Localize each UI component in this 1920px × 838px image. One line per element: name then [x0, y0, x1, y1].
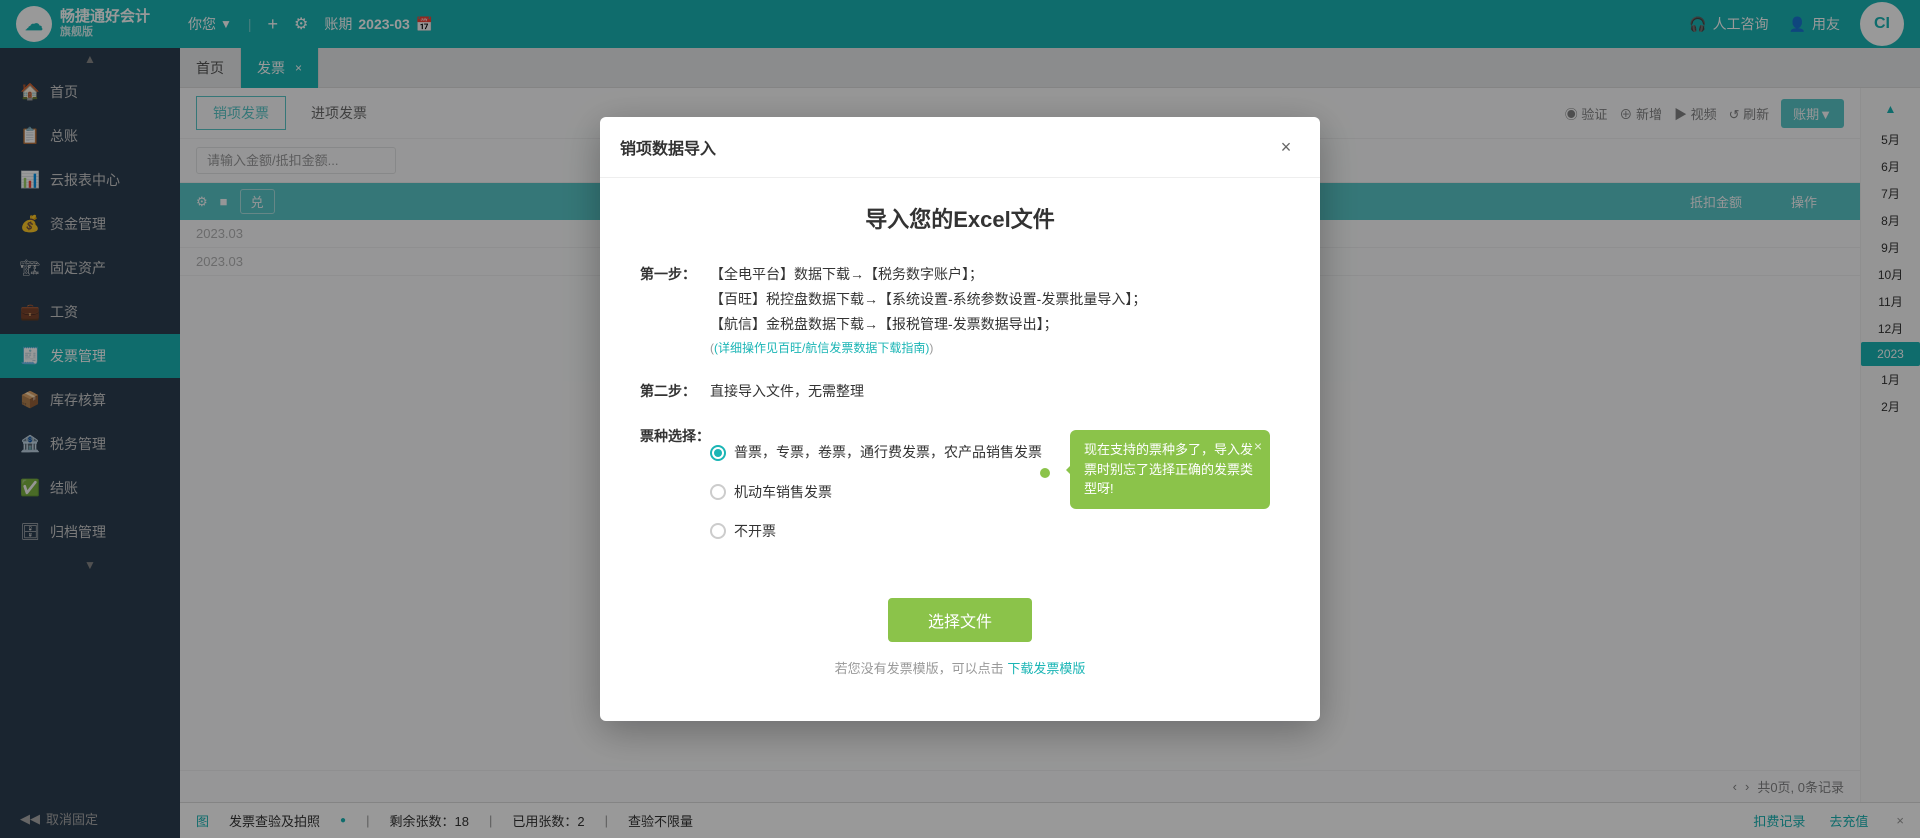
radio-normal-circle[interactable]: [710, 445, 726, 461]
radio-normal[interactable]: 普票，专票，卷票，通行费发票，农产品销售发票 × 现在支持的票种多了，导入发票时…: [710, 440, 1280, 465]
radio-no-ticket-circle[interactable]: [710, 523, 726, 539]
modal-body: 导入您的Excel文件 第一步： 【全电平台】数据下载→【税务数字账户】； 【百…: [600, 178, 1320, 721]
import-modal: 销项数据导入 × 导入您的Excel文件 第一步： 【全电平台】数据下载→【税务…: [600, 117, 1320, 721]
modal-main-title: 导入您的Excel文件: [640, 202, 1280, 234]
tooltip-bubble: × 现在支持的票种多了，导入发票时别忘了选择正确的发票类型呀!: [1070, 430, 1270, 509]
ticket-choice-row: 票种选择： 普票，专票，卷票，通行费发票，农产品销售发票 × 现在支持的票种多了…: [640, 424, 1280, 574]
select-file-btn[interactable]: 选择文件: [888, 598, 1032, 642]
step1-row: 第一步： 【全电平台】数据下载→【税务数字账户】； 【百旺】税控盘数据下载→【系…: [640, 262, 1280, 359]
step1-content: 【全电平台】数据下载→【税务数字账户】； 【百旺】税控盘数据下载→【系统设置-系…: [710, 262, 1280, 359]
step1-guide-link[interactable]: (详细操作见百旺/航信发票数据下载指南): [714, 341, 929, 355]
download-template-link[interactable]: 下载发票模版: [1007, 661, 1085, 676]
radio-no-ticket[interactable]: 不开票: [710, 519, 1280, 544]
modal-footer-text: 若您没有发票模版，可以点击 下载发票模版: [640, 658, 1280, 697]
radio-motor-circle[interactable]: [710, 484, 726, 500]
modal-header: 销项数据导入 ×: [600, 117, 1320, 178]
step2-row: 第二步： 直接导入文件，无需整理: [640, 379, 1280, 404]
modal-close-btn[interactable]: ×: [1272, 133, 1300, 161]
radio-group: 普票，专票，卷票，通行费发票，农产品销售发票 × 现在支持的票种多了，导入发票时…: [710, 440, 1280, 558]
step1-link: ((详细操作见百旺/航信发票数据下载指南)): [710, 338, 1280, 360]
tooltip-dot: [1040, 468, 1050, 478]
modal-overlay: 销项数据导入 × 导入您的Excel文件 第一步： 【全电平台】数据下载→【税务…: [0, 0, 1920, 838]
tooltip-close-btn[interactable]: ×: [1254, 436, 1262, 457]
step2-content: 直接导入文件，无需整理: [710, 379, 1280, 404]
